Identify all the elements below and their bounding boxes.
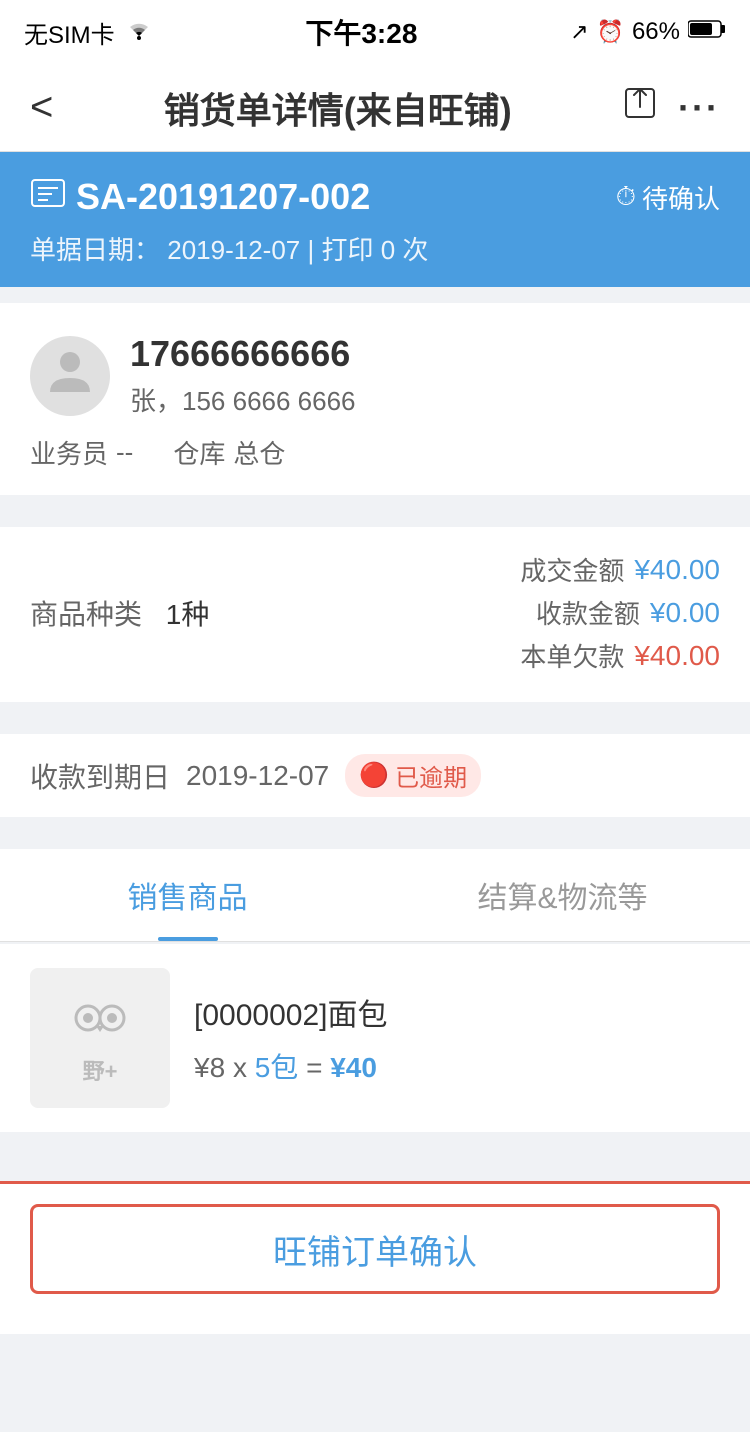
overdue-text: 已逾期: [395, 758, 467, 793]
status-left: 无SIM卡: [24, 15, 153, 50]
clock-icon: ⏱: [616, 181, 636, 213]
order-date: 单据日期： 2019-12-07 | 打印 0 次: [30, 230, 720, 267]
amount-row-2: 收款金额 ¥0.00: [536, 594, 720, 631]
due-date-label: 收款到期日: [30, 756, 170, 796]
status-bar: 无SIM卡 下午3:28 ↗ ⏰ 66%: [0, 0, 750, 64]
summary-right: 成交金额 ¥40.00 收款金额 ¥0.00 本单欠款 ¥40.00: [520, 551, 720, 674]
due-date-card: 收款到期日 2019-12-07 🔴 已逾期: [0, 734, 750, 817]
product-price-row: ¥8 x 5包 = ¥40: [194, 1046, 720, 1086]
sales-value: --: [116, 437, 133, 468]
overdue-badge: 🔴 已逾期: [345, 754, 481, 797]
product-card: 野+ [0000002]面包 ¥8 x 5包 = ¥40: [0, 944, 750, 1132]
status-right: ↗ ⏰ 66%: [570, 18, 726, 46]
alarm-icon: ⏰: [597, 19, 624, 45]
customer-meta: 业务员 -- 仓库 总仓: [30, 434, 720, 471]
customer-phone: 17666666666: [130, 333, 720, 375]
customer-name: 张，156 6666 6666: [130, 381, 720, 418]
tab-bar: 销售商品 结算&物流等: [0, 849, 750, 942]
status-time: 下午3:28: [305, 12, 417, 52]
carrier-text: 无SIM卡: [24, 15, 115, 50]
quantity: 5包: [255, 1052, 299, 1083]
divider-3: [0, 718, 750, 734]
order-icon: [30, 178, 66, 216]
nav-left: <: [30, 85, 53, 130]
product-image: 野+: [30, 968, 170, 1108]
wifi-icon: [125, 18, 153, 47]
confirm-button-wrap: 旺铺订单确认: [0, 1181, 750, 1334]
sales-person: 业务员 --: [30, 434, 133, 471]
avatar: [30, 336, 110, 416]
overdue-icon: 🔴: [359, 761, 389, 790]
sales-label: 业务员: [30, 434, 108, 471]
due-date-value: 2019-12-07: [186, 760, 329, 792]
nav-right: ···: [622, 85, 720, 130]
customer-card: 17666666666 张，156 6666 6666 业务员 -- 仓库 总仓: [0, 303, 750, 495]
product-total: ¥40: [330, 1052, 377, 1083]
summary-product-section: 商品种类 1种: [30, 593, 209, 633]
summary-row: 商品种类 1种 成交金额 ¥40.00 收款金额 ¥0.00 本单欠款 ¥40.…: [30, 551, 720, 674]
nav-bar: < 销货单详情(来自旺铺) ···: [0, 64, 750, 152]
product-info: [0000002]面包 ¥8 x 5包 = ¥40: [194, 990, 720, 1086]
divider-2: [0, 511, 750, 527]
divider-1: [0, 287, 750, 303]
location-icon: ↗: [570, 19, 588, 45]
product-logo: 野+: [83, 1054, 118, 1086]
person-icon: [46, 346, 94, 406]
more-icon[interactable]: ···: [678, 87, 720, 129]
battery-text: 66%: [632, 18, 680, 46]
divider-4: [0, 833, 750, 849]
price-unit: ¥8: [194, 1052, 225, 1083]
back-button[interactable]: <: [30, 85, 53, 130]
page-title: 销货单详情(来自旺铺): [164, 82, 512, 134]
order-status: ⏱ 待确认: [616, 179, 720, 216]
multiply-sign: x: [233, 1052, 255, 1083]
confirm-order-button[interactable]: 旺铺订单确认: [30, 1204, 720, 1294]
warehouse: 仓库 总仓: [173, 434, 285, 471]
warehouse-value: 总仓: [233, 434, 285, 471]
tab-settlement-logistics[interactable]: 结算&物流等: [375, 849, 750, 941]
tab-sales-products[interactable]: 销售商品: [0, 849, 375, 941]
summary-card: 商品种类 1种 成交金额 ¥40.00 收款金额 ¥0.00 本单欠款 ¥40.…: [0, 527, 750, 702]
amount-row-1: 成交金额 ¥40.00: [520, 551, 720, 588]
equals-sign: =: [306, 1052, 330, 1083]
warehouse-label: 仓库: [173, 434, 225, 471]
order-header-card: SA-20191207-002 ⏱ 待确认 单据日期： 2019-12-07 |…: [0, 152, 750, 287]
share-icon[interactable]: [622, 85, 658, 130]
summary-left: 商品种类 1种: [30, 593, 209, 633]
customer-info: 17666666666 张，156 6666 6666: [130, 333, 720, 418]
battery-icon: [688, 18, 726, 46]
amount-row-3: 本单欠款 ¥40.00: [520, 637, 720, 674]
product-name: [0000002]面包: [194, 990, 720, 1034]
order-number: SA-20191207-002: [30, 176, 370, 218]
